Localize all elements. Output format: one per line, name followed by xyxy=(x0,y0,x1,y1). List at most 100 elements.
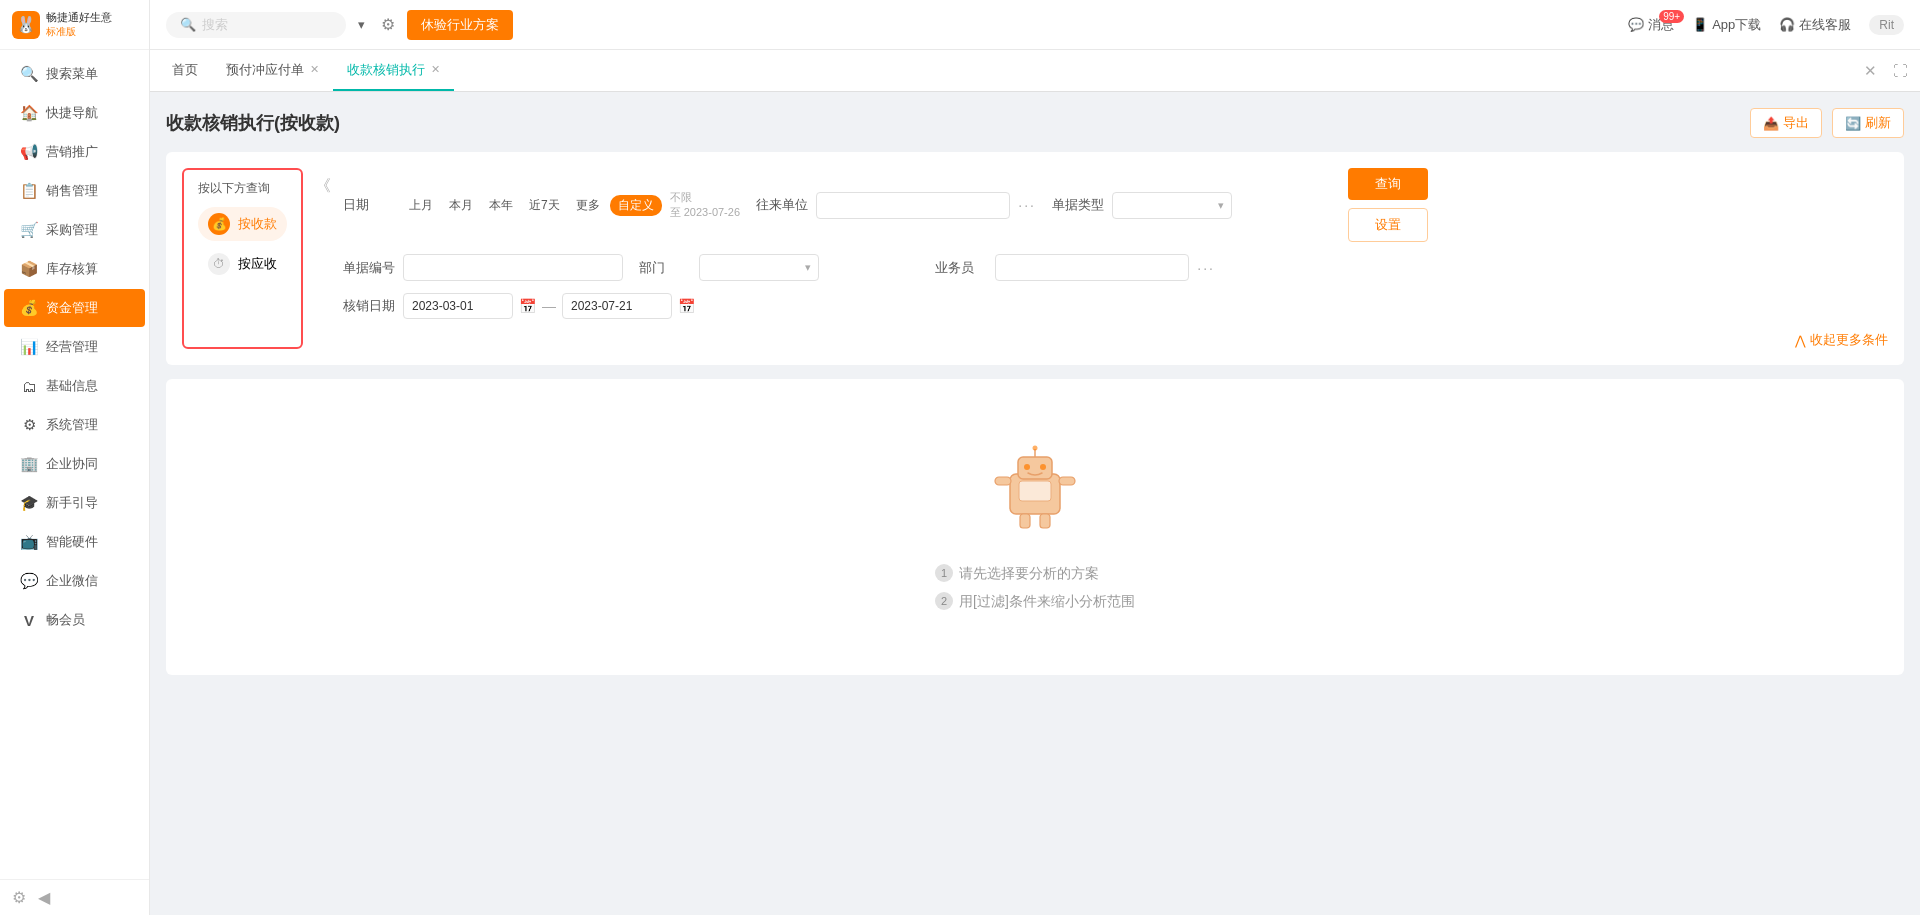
staff-more-icon[interactable]: ··· xyxy=(1197,260,1215,276)
writeoff-date-start-input[interactable] xyxy=(403,293,513,319)
svg-rect-10 xyxy=(1019,481,1051,501)
collapse-more[interactable]: ⋀ 收起更多条件 xyxy=(343,331,1888,349)
tab-expand-icon[interactable]: ⛶ xyxy=(1889,58,1912,83)
sidebar-item-marketing[interactable]: 📢 营销推广 xyxy=(4,133,145,171)
setting-button[interactable]: 设置 xyxy=(1348,208,1428,242)
topbar-search-icon: 🔍 xyxy=(180,17,196,32)
dept-select[interactable] xyxy=(699,254,819,281)
message-icon: 💬 xyxy=(1628,17,1644,32)
writeoff-date-range: 📅 — 📅 xyxy=(403,293,695,319)
topbar-search-box[interactable]: 🔍 搜索 xyxy=(166,12,346,38)
filter-row-1: 日期 上月 本月 本年 近7天 更多 自定义 不限 至 2023-07-26 xyxy=(343,168,1888,242)
sidebar-item-enterprise[interactable]: 🏢 企业协同 xyxy=(4,445,145,483)
filter-option-by-receivable[interactable]: ⏱ 按应收 xyxy=(198,247,287,281)
svg-rect-8 xyxy=(995,477,1011,485)
tabs-actions: ✕ ⛶ xyxy=(1860,58,1912,84)
sidebar-item-member[interactable]: V 畅会员 xyxy=(4,601,145,639)
sidebar-item-sales[interactable]: 📋 销售管理 xyxy=(4,172,145,210)
sidebar-item-hardware[interactable]: 📺 智能硬件 xyxy=(4,523,145,561)
sidebar-item-system[interactable]: ⚙ 系统管理 xyxy=(4,406,145,444)
doc-type-select[interactable] xyxy=(1112,192,1232,219)
empty-tips: 1 请先选择要分析的方案 2 用[过滤]条件来缩小分析范围 xyxy=(935,559,1135,615)
counterparty-label: 往来单位 xyxy=(756,196,808,214)
dept-label: 部门 xyxy=(639,259,691,277)
date-opt-7days[interactable]: 近7天 xyxy=(523,195,566,216)
sidebar-item-wechat[interactable]: 💬 企业微信 xyxy=(4,562,145,600)
staff-input[interactable] xyxy=(995,254,1189,281)
filter-type-title: 按以下方查询 xyxy=(198,180,287,197)
date-to: 至 2023-07-26 xyxy=(670,205,740,220)
sales-icon: 📋 xyxy=(20,182,38,200)
guide-icon: 🎓 xyxy=(20,494,38,512)
writeoff-date-end-cal-icon[interactable]: 📅 xyxy=(678,298,695,314)
sidebar-footer: ⚙ ◀ xyxy=(0,879,149,915)
footer-collapse-icon[interactable]: ◀ xyxy=(38,888,50,907)
sidebar-item-search[interactable]: 🔍 搜索菜单 xyxy=(4,55,145,93)
app-icon: 📱 xyxy=(1692,17,1708,32)
writeoff-date-end-input[interactable] xyxy=(562,293,672,319)
date-opt-this-month[interactable]: 本月 xyxy=(443,195,479,216)
filter-field-date: 日期 上月 本月 本年 近7天 更多 自定义 不限 至 2023-07-26 xyxy=(343,190,740,220)
ops-icon: 📊 xyxy=(20,338,38,356)
hardware-icon: 📺 xyxy=(20,533,38,551)
app-download-button[interactable]: 📱 App下载 xyxy=(1692,16,1761,34)
sidebar-item-ops[interactable]: 📊 经营管理 xyxy=(4,328,145,366)
finance-icon: 💰 xyxy=(20,299,38,317)
page-title: 收款核销执行(按收款) xyxy=(166,111,340,135)
message-button[interactable]: 💬 消息 99+ xyxy=(1628,16,1674,34)
filter-field-writeoff-date: 核销日期 📅 — 📅 xyxy=(343,293,695,319)
export-button[interactable]: 📤 导出 xyxy=(1750,108,1822,138)
page-header: 收款核销执行(按收款) 📤 导出 🔄 刷新 xyxy=(166,108,1904,138)
doc-no-input[interactable] xyxy=(403,254,623,281)
tab-prepay[interactable]: 预付冲应付单 ✕ xyxy=(212,50,333,91)
page-content: 收款核销执行(按收款) 📤 导出 🔄 刷新 按以下方查询 💰 按收款 xyxy=(150,92,1920,915)
date-opt-this-year[interactable]: 本年 xyxy=(483,195,519,216)
tab-home[interactable]: 首页 xyxy=(158,50,212,91)
filter-option-by-receipt[interactable]: 💰 按收款 xyxy=(198,207,287,241)
tab-close-all-icon[interactable]: ✕ xyxy=(1860,58,1881,84)
sidebar-item-guide[interactable]: 🎓 新手引导 xyxy=(4,484,145,522)
doc-type-select-wrapper xyxy=(1112,192,1232,219)
date-no-limit: 不限 xyxy=(670,190,740,205)
message-badge: 99+ xyxy=(1659,10,1684,23)
filter-actions: 查询 设置 xyxy=(1348,168,1428,242)
logo-sub: 标准版 xyxy=(46,25,112,39)
doc-type-label: 单据类型 xyxy=(1052,196,1104,214)
sidebar-item-finance[interactable]: 💰 资金管理 xyxy=(4,289,145,327)
counterparty-more-icon[interactable]: ··· xyxy=(1018,197,1036,213)
receivable-icon: ⏱ xyxy=(208,253,230,275)
query-button[interactable]: 查询 xyxy=(1348,168,1428,200)
sidebar-item-quick-nav[interactable]: 🏠 快捷导航 xyxy=(4,94,145,132)
industry-solution-button[interactable]: 休验行业方案 xyxy=(407,10,513,40)
collapse-icon: ⋀ xyxy=(1795,333,1806,348)
counterparty-input[interactable] xyxy=(816,192,1010,219)
writeoff-date-start-cal-icon[interactable]: 📅 xyxy=(519,298,536,314)
writeoff-date-label: 核销日期 xyxy=(343,297,395,315)
filter-row-2: 单据编号 部门 业务员 xyxy=(343,254,1888,281)
tab-prepay-close-icon[interactable]: ✕ xyxy=(310,63,319,76)
logo-text: 畅捷通好生意 xyxy=(46,10,112,24)
topbar-dropdown[interactable]: ▾ xyxy=(358,17,365,32)
sidebar-item-base[interactable]: 🗂 基础信息 xyxy=(4,367,145,405)
svg-point-5 xyxy=(1033,446,1038,451)
date-opt-more[interactable]: 更多 xyxy=(570,195,606,216)
sidebar-item-inventory[interactable]: 📦 库存核算 xyxy=(4,250,145,288)
tabs-bar: 首页 预付冲应付单 ✕ 收款核销执行 ✕ ✕ ⛶ xyxy=(150,50,1920,92)
tab-collection[interactable]: 收款核销执行 ✕ xyxy=(333,50,454,91)
filter-collapse-icon[interactable]: 《 xyxy=(315,176,331,197)
staff-label: 业务员 xyxy=(935,259,987,277)
footer-settings-icon[interactable]: ⚙ xyxy=(12,888,26,907)
tab-collection-close-icon[interactable]: ✕ xyxy=(431,63,440,76)
filter-field-dept: 部门 xyxy=(639,254,919,281)
system-icon: ⚙ xyxy=(20,416,38,434)
refresh-button[interactable]: 🔄 刷新 xyxy=(1832,108,1904,138)
date-opt-custom[interactable]: 自定义 xyxy=(610,195,662,216)
svg-rect-6 xyxy=(1020,514,1030,528)
settings-gear-icon[interactable]: ⚙ xyxy=(381,15,395,34)
sidebar-item-purchase[interactable]: 🛒 采购管理 xyxy=(4,211,145,249)
filter-field-doc-no: 单据编号 xyxy=(343,254,623,281)
home-icon: 🏠 xyxy=(20,104,38,122)
user-avatar[interactable]: Rit xyxy=(1869,15,1904,35)
online-service-button[interactable]: 🎧 在线客服 xyxy=(1779,16,1851,34)
date-opt-last-month[interactable]: 上月 xyxy=(403,195,439,216)
